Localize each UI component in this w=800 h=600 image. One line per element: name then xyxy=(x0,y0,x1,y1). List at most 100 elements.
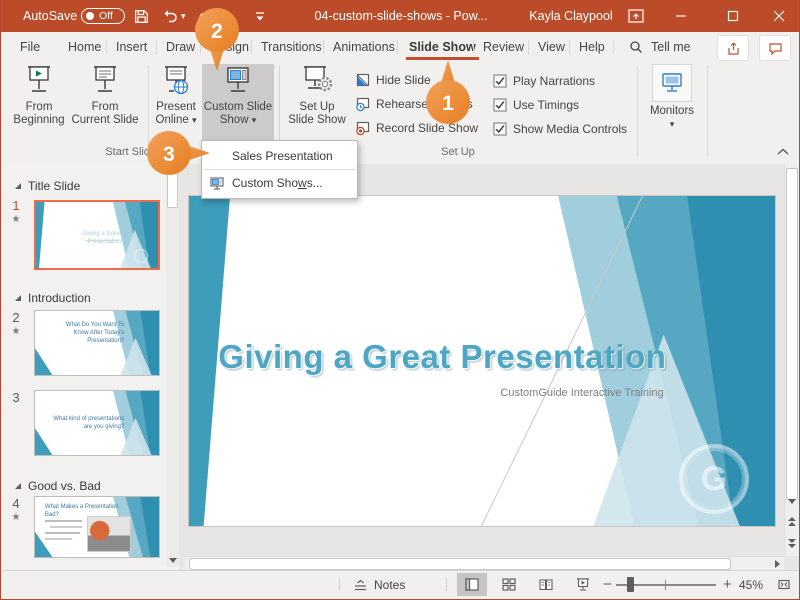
slide-thumbnail-1[interactable]: Giving a Great Presentation xyxy=(34,200,160,270)
thumbnail-bullet-line xyxy=(45,532,80,534)
thumbnail-bullet-line xyxy=(45,520,82,522)
slide-sorter-view-button[interactable] xyxy=(494,573,524,596)
checkbox-label: Show Media Controls xyxy=(513,122,627,136)
menu-item-label: Custom Shows... xyxy=(232,176,323,190)
use-timings-checkbox[interactable]: Use Timings xyxy=(493,96,579,114)
scroll-down-icon[interactable] xyxy=(788,499,796,504)
button-label: Set Up xyxy=(288,101,346,114)
section-header-introduction[interactable]: Introduction xyxy=(15,290,91,306)
thumbnail-title-text: What kind of presentations are you givin… xyxy=(50,415,124,431)
zoom-percentage[interactable]: 45% xyxy=(739,571,763,598)
normal-view-button[interactable] xyxy=(457,573,487,596)
reading-view-button[interactable] xyxy=(531,573,561,596)
editor-vertical-scrollbar[interactable] xyxy=(784,164,799,556)
ribbon-display-options-button[interactable] xyxy=(627,0,645,32)
comments-button[interactable] xyxy=(759,35,791,61)
undo-button[interactable]: ▾ xyxy=(161,0,186,32)
dropdown-caret-icon: ▾ xyxy=(670,119,675,129)
scroll-right-icon[interactable] xyxy=(775,560,780,568)
hide-slide-button[interactable]: Hide Slide xyxy=(355,70,431,90)
fit-slide-to-window-button[interactable] xyxy=(769,573,799,596)
ribbon-tab-bar: File Home Insert Draw Design Transitions… xyxy=(1,32,799,62)
tab-animations[interactable]: Animations xyxy=(324,32,404,62)
statusbar-separator xyxy=(339,578,340,591)
tab-file[interactable]: File xyxy=(11,32,49,62)
notes-icon xyxy=(353,578,368,592)
slide-thumbnail-2[interactable]: What Do You Want To Know After Today's P… xyxy=(34,310,160,376)
section-header-title-slide[interactable]: Title Slide xyxy=(15,178,80,194)
button-label: Present xyxy=(156,101,197,114)
button-label: Current Slide xyxy=(71,114,138,127)
custom-slide-show-button[interactable]: Custom Slide Show ▾ xyxy=(202,64,274,140)
callout-badge-2: 2 xyxy=(194,7,240,73)
scrollbar-thumb[interactable] xyxy=(786,168,798,500)
slide-canvas[interactable]: Giving a Great Presentation CustomGuide … xyxy=(189,196,775,526)
svg-text:2: 2 xyxy=(211,20,223,43)
thumbnail-title-text: What Do You Want To Know After Today's P… xyxy=(55,321,124,345)
zoom-out-button[interactable]: − xyxy=(603,571,612,598)
account-name[interactable]: Kayla Claypool xyxy=(516,0,626,32)
editor-horizontal-scrollbar[interactable] xyxy=(185,556,784,571)
menu-item-custom-shows[interactable]: Custom Shows... xyxy=(202,171,357,195)
slide-subtitle-text[interactable]: CustomGuide Interactive Training xyxy=(500,387,663,399)
panel-scrollbar[interactable] xyxy=(166,168,179,567)
slide-sorter-icon xyxy=(501,577,517,592)
scroll-down-icon[interactable] xyxy=(169,558,177,563)
double-up-icon xyxy=(788,522,796,526)
from-beginning-button[interactable]: FromBeginning xyxy=(13,64,65,140)
section-header-good-vs-bad[interactable]: Good vs. Bad xyxy=(15,478,101,494)
minimize-button[interactable] xyxy=(661,0,701,32)
present-online-button[interactable]: Present Online ▾ xyxy=(152,64,200,140)
callout-badge-3: 3 xyxy=(146,130,212,176)
minimize-icon xyxy=(675,10,687,22)
from-current-slide-button[interactable]: FromCurrent Slide xyxy=(67,64,143,140)
tab-view[interactable]: View xyxy=(529,32,574,62)
tab-transitions[interactable]: Transitions xyxy=(252,32,331,62)
section-collapse-icon xyxy=(15,183,21,189)
tab-review[interactable]: Review xyxy=(474,32,533,62)
next-slide-button[interactable] xyxy=(788,539,796,548)
zoom-slider-thumb[interactable] xyxy=(627,577,634,592)
double-down-icon xyxy=(788,544,796,548)
button-label: Online xyxy=(156,114,189,126)
button-label: Slide Show xyxy=(288,114,346,127)
maximize-button[interactable] xyxy=(713,0,753,32)
close-button[interactable] xyxy=(759,0,799,32)
search-icon xyxy=(629,40,643,54)
customize-toolbar-icon xyxy=(253,9,267,23)
menu-item-sales-presentation[interactable]: Sales Presentation xyxy=(202,144,357,168)
scrollbar-thumb[interactable] xyxy=(189,558,731,570)
notes-button[interactable]: Notes xyxy=(353,571,405,598)
slide-thumbnail-3[interactable]: What kind of presentations are you givin… xyxy=(34,390,160,456)
customguide-logo: G xyxy=(679,444,749,514)
checkbox-checked-icon xyxy=(493,98,507,112)
undo-dropdown-caret-icon[interactable]: ▾ xyxy=(181,11,186,21)
slide-editor: Giving a Great Presentation CustomGuide … xyxy=(179,164,799,571)
slide-title-text[interactable]: Giving a Great Presentation xyxy=(218,338,666,376)
monitors-button[interactable]: Monitors ▾ xyxy=(646,64,698,140)
previous-slide-button[interactable] xyxy=(788,517,796,526)
tab-insert[interactable]: Insert xyxy=(107,32,156,62)
tab-home[interactable]: Home xyxy=(59,32,110,62)
checkbox-checked-icon xyxy=(493,122,507,136)
slide-thumbnail-4[interactable]: What Makes a Presentation Bad? xyxy=(34,496,160,558)
tab-help[interactable]: Help xyxy=(570,32,614,62)
animation-star-icon[interactable]: ★ xyxy=(9,326,23,337)
tell-me-box[interactable]: Tell me xyxy=(629,32,691,62)
show-media-controls-checkbox[interactable]: Show Media Controls xyxy=(493,120,627,138)
save-button[interactable] xyxy=(133,0,150,32)
autosave-toggle[interactable]: Off xyxy=(81,0,125,32)
zoom-in-button[interactable]: + xyxy=(723,571,732,598)
play-narrations-checkbox[interactable]: Play Narrations xyxy=(493,72,595,90)
animation-star-icon[interactable]: ★ xyxy=(9,214,23,225)
animation-star-icon[interactable]: ★ xyxy=(9,512,23,523)
slideshow-from-current-icon xyxy=(89,64,121,98)
callout-badge-1: 1 xyxy=(425,58,471,126)
collapse-ribbon-button[interactable] xyxy=(776,144,790,162)
slide-thumbnail-panel: Title Slide 1 ★ Giving a Great Presentat… xyxy=(1,164,179,571)
share-button[interactable] xyxy=(717,35,749,61)
hide-slide-icon xyxy=(355,72,371,88)
set-up-slide-show-button[interactable]: Set UpSlide Show xyxy=(285,64,349,140)
slide-show-view-button[interactable] xyxy=(568,573,598,596)
quick-access-toolbar-button[interactable] xyxy=(253,0,267,32)
